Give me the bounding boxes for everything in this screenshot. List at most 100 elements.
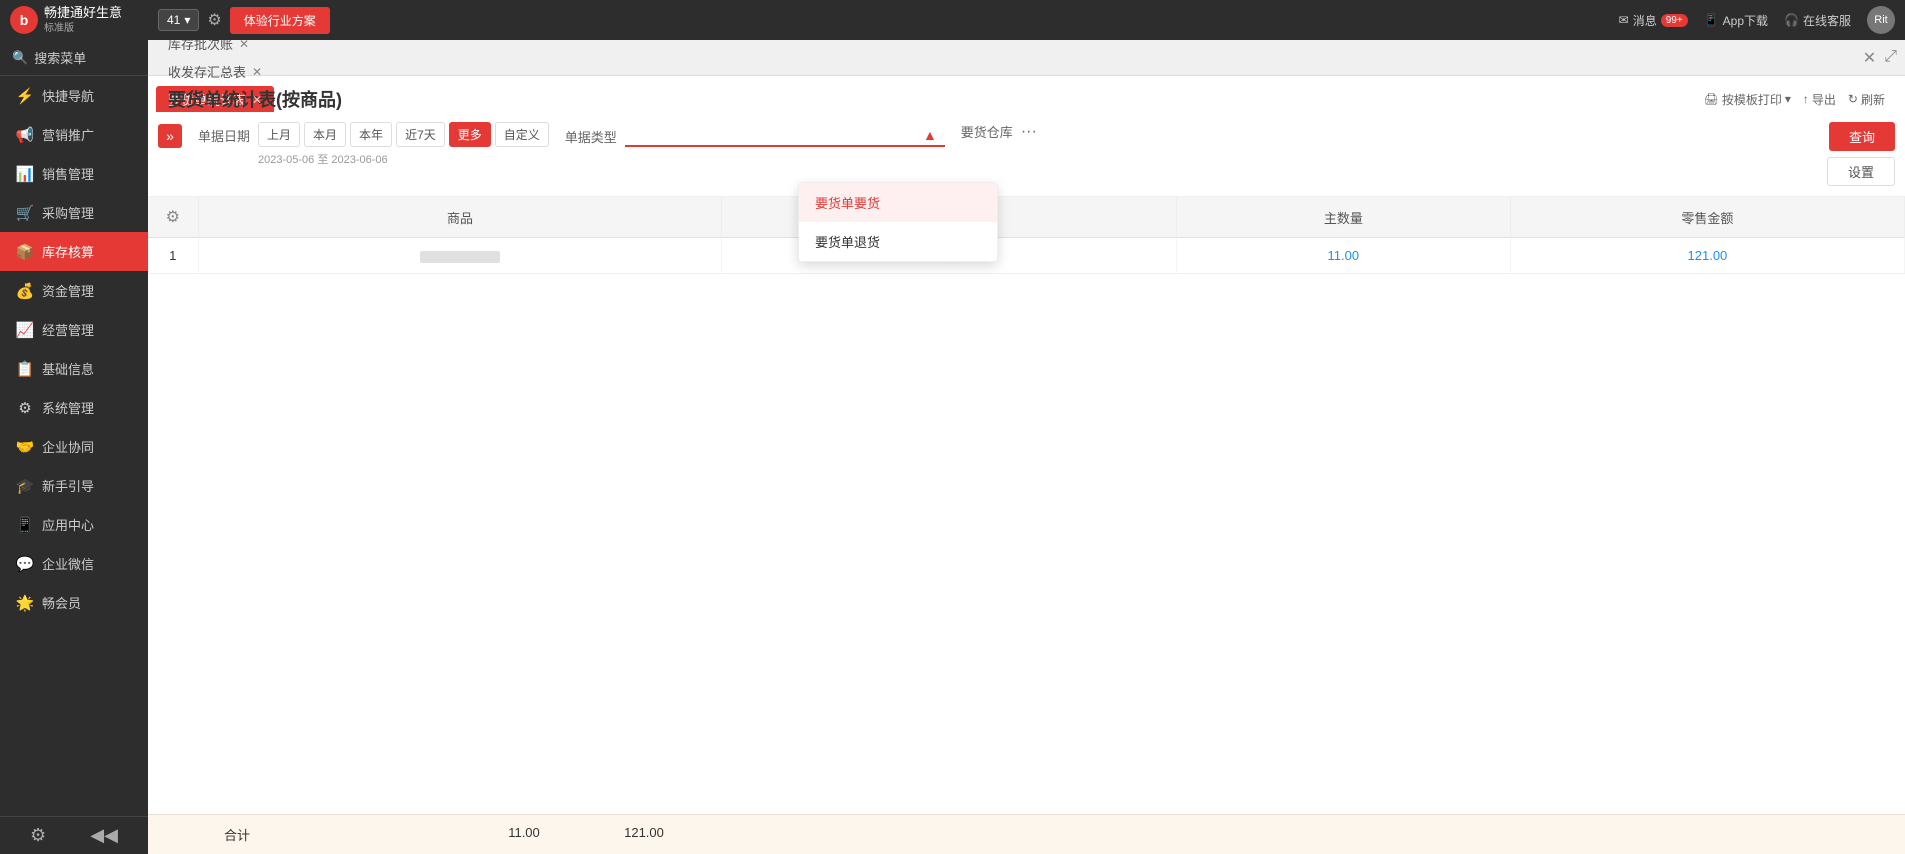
date-label: 单据日期 [198,126,250,145]
th-product: 商品 [198,197,722,238]
store-name: 41 [167,13,180,27]
app-download-item[interactable]: 📱 App下载 [1704,12,1768,29]
th-amount: 零售金额 [1510,197,1904,238]
chevron-down-icon: ▾ [184,13,190,27]
sidebar-item-13[interactable]: 🌟 畅会员 [0,583,148,622]
gear-icon[interactable]: ⚙ [207,10,221,30]
industry-button[interactable]: 体验行业方案 [230,7,330,34]
sidebar-items-container: ⚡快捷导航📢营销推广📊销售管理🛒采购管理📦库存核算 💰 资金管理 📈经营管理 📋 基础信息… [0,76,148,622]
table-body: 1 块 11.00 121.00 [148,238,1905,274]
online-service-item[interactable]: 🎧 在线客服 [1784,12,1851,29]
message-item[interactable]: ✉ 消息 99+ [1619,12,1688,29]
cell-product-0 [198,238,722,274]
tab-close-1[interactable]: ✕ [239,40,249,51]
sidebar-label-12: 企业微信 [42,554,94,573]
sidebar-search[interactable]: 🔍 搜索菜单 [0,40,148,76]
date-btn-more[interactable]: 更多 [449,122,491,147]
message-icon: ✉ [1619,13,1629,27]
type-select-input[interactable] [625,122,945,147]
collapse-icon[interactable]: ◀◀ [90,825,118,846]
header-center: 41 ▾ ⚙ 体验行业方案 [158,7,1619,34]
sidebar-item-6[interactable]: 📈经营管理 [0,310,148,349]
sidebar-icon-13: 🌟 [16,594,34,612]
message-badge: 99+ [1661,14,1688,27]
main-layout: 🔍 搜索菜单 ⚡快捷导航📢营销推广📊销售管理🛒采购管理📦库存核算 💰 资金管理 📈经营… [0,40,1905,854]
print-label: 按模板打印 [1722,91,1782,108]
sidebar-item-11[interactable]: 📱应用中心 [0,505,148,544]
sidebar-item-9[interactable]: 🤝企业协同 [0,427,148,466]
sidebar-item-3[interactable]: 🛒采购管理 [0,193,148,232]
warehouse-filter-group: 要货仓库 ··· [961,122,1037,141]
settings-icon[interactable]: ⚙ [30,825,46,846]
dropdown-item-1[interactable]: 要货单退货 [799,222,997,261]
app-download-label: App下载 [1723,12,1768,29]
filter-toggle-btn[interactable]: » [158,124,182,148]
sidebar-label-4: 库存核算 [42,242,94,261]
refresh-link[interactable]: ↻ 刷新 [1848,91,1885,108]
export-label: 导出 [1812,91,1836,108]
expand-icon[interactable]: ⤢ [1884,48,1897,68]
dropdown-item-0[interactable]: 要货单要货 [799,183,997,222]
sidebar-label-13: 畅会员 [42,593,81,612]
cell-quantity-0[interactable]: 11.00 [1176,238,1510,274]
sidebar-icon-5: 💰 [16,282,34,300]
headset-icon: 🎧 [1784,13,1799,27]
date-btn-last-month[interactable]: 上月 [258,122,300,147]
page-actions: 🖨 按模板打印 ▾ ↑ 导出 ↻ 刷新 [1704,91,1885,108]
warehouse-more-icon[interactable]: ··· [1021,123,1037,141]
sidebar-item-2[interactable]: 📊销售管理 [0,154,148,193]
print-link[interactable]: 🖨 按模板打印 ▾ [1704,91,1791,108]
date-btn-this-month[interactable]: 本月 [304,122,346,147]
sidebar-item-12[interactable]: 💬 企业微信 [0,544,148,583]
sidebar-item-0[interactable]: ⚡快捷导航 [0,76,148,115]
sidebar-item-10[interactable]: 🎓新手引导 [0,466,148,505]
export-link[interactable]: ↑ 导出 [1803,91,1836,108]
sidebar-icon-12: 💬 [16,555,34,573]
tab-close-2[interactable]: ✕ [252,65,262,79]
date-btn-custom[interactable]: 自定义 [495,122,549,147]
store-selector[interactable]: 41 ▾ [158,9,199,31]
header-right: ✉ 消息 99+ 📱 App下载 🎧 在线客服 Rit [1619,6,1895,34]
sidebar-label-7: 基础信息 [42,359,94,378]
print-chevron-icon: ▾ [1785,92,1791,106]
tab-1[interactable]: 库存批次账✕ [156,40,274,58]
logo-text: 畅捷通好生意 标准版 [44,5,122,35]
sidebar-item-7[interactable]: 📋 基础信息 [0,349,148,388]
sidebar-label-9: 企业协同 [42,437,94,456]
settings-button[interactable]: 设置 [1827,157,1895,186]
sidebar-label-5: 资金管理 [42,281,94,300]
table-header: ⚙ 商品 主计量单位 主数量 零售金额 [148,197,1905,238]
sidebar-item-1[interactable]: 📢营销推广 [0,115,148,154]
avatar[interactable]: Rit [1867,6,1895,34]
sidebar-item-8[interactable]: ⚙系统管理 [0,388,148,427]
footer-total: 合计 11.00 121.00 [148,814,1905,854]
type-select-box: ▲ [625,122,945,147]
table-area: ⚙ 商品 主计量单位 主数量 零售金额 1 块 11.00 121.00 [148,197,1905,814]
type-filter-group: 单据类型 ▲ [565,122,945,147]
th-settings[interactable]: ⚙ [148,197,198,238]
date-btn-7days[interactable]: 近7天 [396,122,445,147]
search-icon: 🔍 [12,50,28,66]
app-name: 畅捷通好生意 [44,5,122,22]
tab-close-3[interactable]: ✕ [252,93,262,107]
date-btn-this-year[interactable]: 本年 [350,122,392,147]
footer-quantity: 11.00 [464,825,584,844]
close-all-icon[interactable]: ✕ [1863,48,1876,68]
date-range-text: 2023-05-06 至 2023-06-06 [258,151,549,167]
logo-icon: b [10,6,38,34]
tab-bar: 首页库存批次账✕收发存汇总表✕要货单统计表✕ ✕ ⤢ [148,40,1905,76]
query-button[interactable]: 查询 [1829,122,1895,151]
sidebar-label-2: 销售管理 [42,164,94,183]
sidebar-icon-3: 🛒 [16,204,34,222]
sidebar-bottom: ⚙ ◀◀ [0,816,148,854]
data-table: ⚙ 商品 主计量单位 主数量 零售金额 1 块 11.00 121.00 [148,197,1905,274]
sidebar-label-0: 快捷导航 [42,86,94,105]
cell-amount-0[interactable]: 121.00 [1510,238,1904,274]
date-options: 上月 本月 本年 近7天 更多 自定义 2023-05-06 至 2023-06… [258,122,549,167]
type-dropdown-menu: 要货单要货 要货单退货 [798,182,998,262]
sidebar-item-4[interactable]: 📦库存核算 [0,232,148,271]
print-icon: 🖨 [1704,92,1719,106]
sidebar-icon-7: 📋 [16,360,34,378]
type-select-arrow-icon[interactable]: ▲ [923,127,937,143]
sidebar-item-5[interactable]: 💰 资金管理 [0,271,148,310]
